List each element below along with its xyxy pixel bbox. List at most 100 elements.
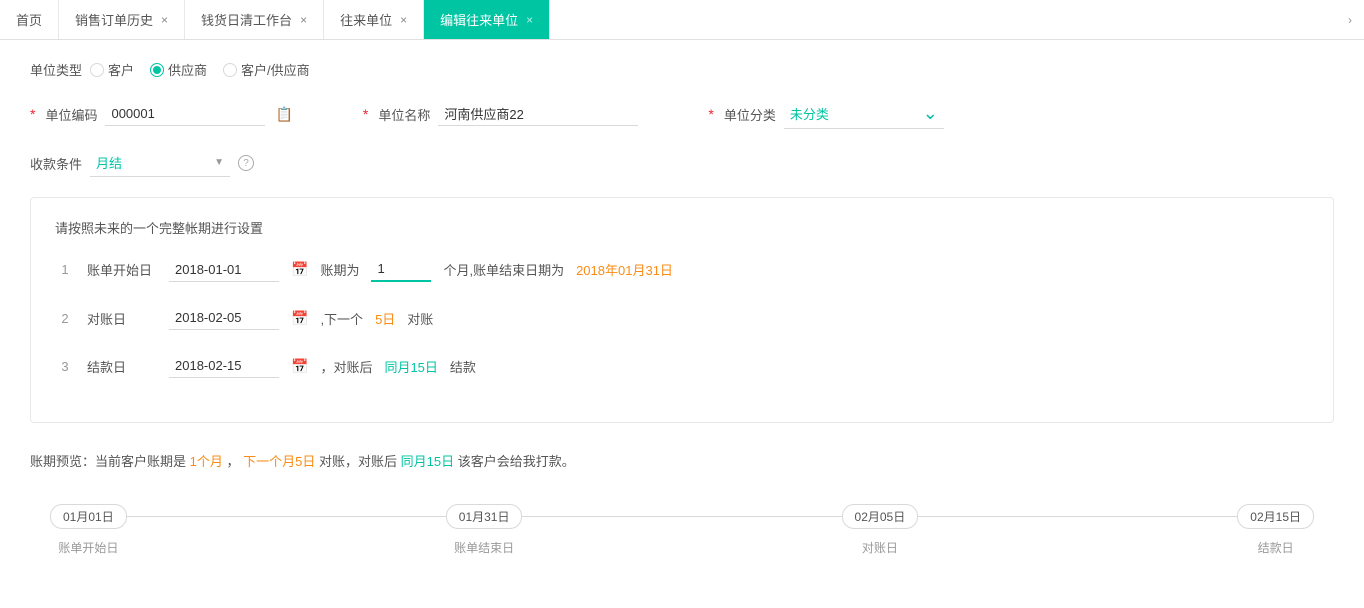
timeline-node-2-date: 02月05日 <box>842 504 919 529</box>
row-2-cal-icon[interactable]: 📅 <box>291 310 308 327</box>
radio-group: 客户 供应商 客户/供应商 <box>90 60 310 79</box>
timeline-node-3-label: 结款日 <box>1258 539 1294 556</box>
row-3-prefix: ，对账后 <box>320 357 372 376</box>
section-title: 请按照未来的一个完整帐期进行设置 <box>55 218 1309 237</box>
row-2-num: 2 <box>55 311 75 326</box>
payment-terms-select[interactable]: 月结 ▼ <box>90 149 230 177</box>
row-2-prefix: ,下一个 <box>320 309 363 328</box>
unit-info-row: * 单位编码 📋 * 单位名称 * 单位分类 未分类 ⌄ <box>30 99 1334 129</box>
timeline-node-2-label: 对账日 <box>862 539 898 556</box>
tab-partners-label: 往来单位 <box>340 10 392 29</box>
row-1-num: 1 <box>55 262 75 277</box>
timeline-node-1-date: 01月31日 <box>446 504 523 529</box>
row-3-highlight: 同月15日 <box>384 357 437 376</box>
preview-suffix: 该客户会给我打款。 <box>458 454 575 469</box>
row-2-date-input[interactable] <box>169 306 279 330</box>
timeline-node-0-label: 账单开始日 <box>58 539 118 556</box>
row-1-prefix: 账期为 <box>320 260 359 279</box>
timeline-node-1: 01月31日 账单结束日 <box>446 504 523 556</box>
unit-name-label: 单位名称 <box>378 105 430 124</box>
unit-category-label: 单位分类 <box>724 105 776 124</box>
timeline-node-0-date: 01月01日 <box>50 504 127 529</box>
tab-sales-history[interactable]: 销售订单历史 × <box>59 0 185 39</box>
payment-terms-arrow: ▼ <box>214 157 224 168</box>
row-3-num: 3 <box>55 359 75 374</box>
timeline-node-0: 01月01日 账单开始日 <box>50 504 127 556</box>
radio-supplier-inner <box>153 66 161 74</box>
unit-category-select[interactable]: 未分类 ⌄ <box>784 99 944 129</box>
radio-supplier[interactable]: 供应商 <box>150 60 207 79</box>
unit-category-chevron: ⌄ <box>923 103 938 124</box>
row-3-date-input[interactable] <box>169 354 279 378</box>
unit-code-group: * 单位编码 📋 <box>30 102 293 126</box>
radio-customer[interactable]: 客户 <box>90 60 134 79</box>
radio-customer-circle <box>90 63 104 77</box>
unit-type-row: 单位类型 客户 供应商 客户/供应商 <box>30 60 1334 79</box>
preview-mid2: 对账，对账后 <box>319 454 397 469</box>
tab-home-label: 首页 <box>16 10 42 29</box>
row-2-suffix: 对账 <box>407 309 433 328</box>
radio-both-circle <box>223 63 237 77</box>
row-3-suffix: 结款 <box>450 357 476 376</box>
row-1-field: 账单开始日 <box>87 260 157 279</box>
tab-daily-clear-close[interactable]: × <box>300 13 307 27</box>
unit-code-input[interactable] <box>105 102 265 126</box>
tab-partners-close[interactable]: × <box>400 13 407 27</box>
row-2-highlight: 5日 <box>375 309 395 328</box>
row-3-field: 结款日 <box>87 357 157 376</box>
tab-daily-clear[interactable]: 钱货日清工作台 × <box>185 0 324 39</box>
timeline-node-3: 02月15日 结款日 <box>1237 504 1314 556</box>
unit-code-icon[interactable]: 📋 <box>275 106 292 123</box>
preview-part1: 1个月 <box>190 454 223 469</box>
unit-category-group: * 单位分类 未分类 ⌄ <box>708 99 943 129</box>
preview-part2: 下一个月5日 <box>243 454 315 469</box>
row-1-end-date: 2018年01月31日 <box>576 260 673 279</box>
unit-name-group: * 单位名称 <box>363 102 638 126</box>
payment-terms-group: 收款条件 月结 ▼ ? <box>30 149 254 177</box>
timeline-node-3-date: 02月15日 <box>1237 504 1314 529</box>
radio-both-label: 客户/供应商 <box>241 60 310 79</box>
payment-terms-value: 月结 <box>96 153 210 172</box>
unit-name-star: * <box>363 106 368 122</box>
tab-more-arrow[interactable]: › <box>1336 0 1364 39</box>
period-value-input[interactable] <box>371 257 431 282</box>
tab-edit-partner-label: 编辑往来单位 <box>440 10 518 29</box>
unit-category-value: 未分类 <box>790 104 919 123</box>
row-1-suffix: 个月,账单结束日期为 <box>443 260 564 279</box>
help-icon[interactable]: ? <box>238 155 254 171</box>
radio-supplier-circle <box>150 63 164 77</box>
unit-type-label: 单位类型 <box>30 60 82 79</box>
period-section: 请按照未来的一个完整帐期进行设置 1 账单开始日 📅 账期为 个月,账单结束日期… <box>30 197 1334 423</box>
unit-code-star: * <box>30 106 35 122</box>
row-1-date-input[interactable] <box>169 258 279 282</box>
row-3-cal-icon[interactable]: 📅 <box>291 358 308 375</box>
tab-daily-clear-label: 钱货日清工作台 <box>201 10 292 29</box>
radio-both[interactable]: 客户/供应商 <box>223 60 310 79</box>
period-row-3: 3 结款日 📅 ，对账后 同月15日 结款 <box>55 354 1309 378</box>
preview-mid1: ， <box>227 454 240 469</box>
tab-sales-history-label: 销售订单历史 <box>75 10 153 29</box>
timeline-node-2: 02月05日 对账日 <box>842 504 919 556</box>
main-content: 单位类型 客户 供应商 客户/供应商 <box>0 40 1364 608</box>
row-1-cal-icon[interactable]: 📅 <box>291 261 308 278</box>
timeline-node-1-label: 账单结束日 <box>454 539 514 556</box>
tab-partners[interactable]: 往来单位 × <box>324 0 424 39</box>
payment-terms-row: 收款条件 月结 ▼ ? <box>30 149 1334 177</box>
payment-terms-label: 收款条件 <box>30 154 82 173</box>
radio-customer-label: 客户 <box>108 60 134 79</box>
row-2-field: 对账日 <box>87 309 157 328</box>
unit-name-input[interactable] <box>438 102 638 126</box>
timeline-nodes: 01月01日 账单开始日 01月31日 账单结束日 02月05日 对账日 02月… <box>50 504 1314 556</box>
unit-type-group: 单位类型 客户 供应商 客户/供应商 <box>30 60 310 79</box>
tab-edit-partner[interactable]: 编辑往来单位 × <box>424 0 550 39</box>
tab-sales-history-close[interactable]: × <box>161 13 168 27</box>
unit-code-label: 单位编码 <box>45 105 97 124</box>
timeline: 01月01日 账单开始日 01月31日 账单结束日 02月05日 对账日 02月… <box>30 494 1334 566</box>
unit-category-star: * <box>708 106 713 122</box>
tab-edit-partner-close[interactable]: × <box>526 13 533 27</box>
period-row-2: 2 对账日 📅 ,下一个 5日 对账 <box>55 306 1309 330</box>
radio-supplier-label: 供应商 <box>168 60 207 79</box>
tab-bar: 首页 销售订单历史 × 钱货日清工作台 × 往来单位 × 编辑往来单位 × › <box>0 0 1364 40</box>
tab-home[interactable]: 首页 <box>0 0 59 39</box>
period-row-1: 1 账单开始日 📅 账期为 个月,账单结束日期为 2018年01月31日 <box>55 257 1309 282</box>
